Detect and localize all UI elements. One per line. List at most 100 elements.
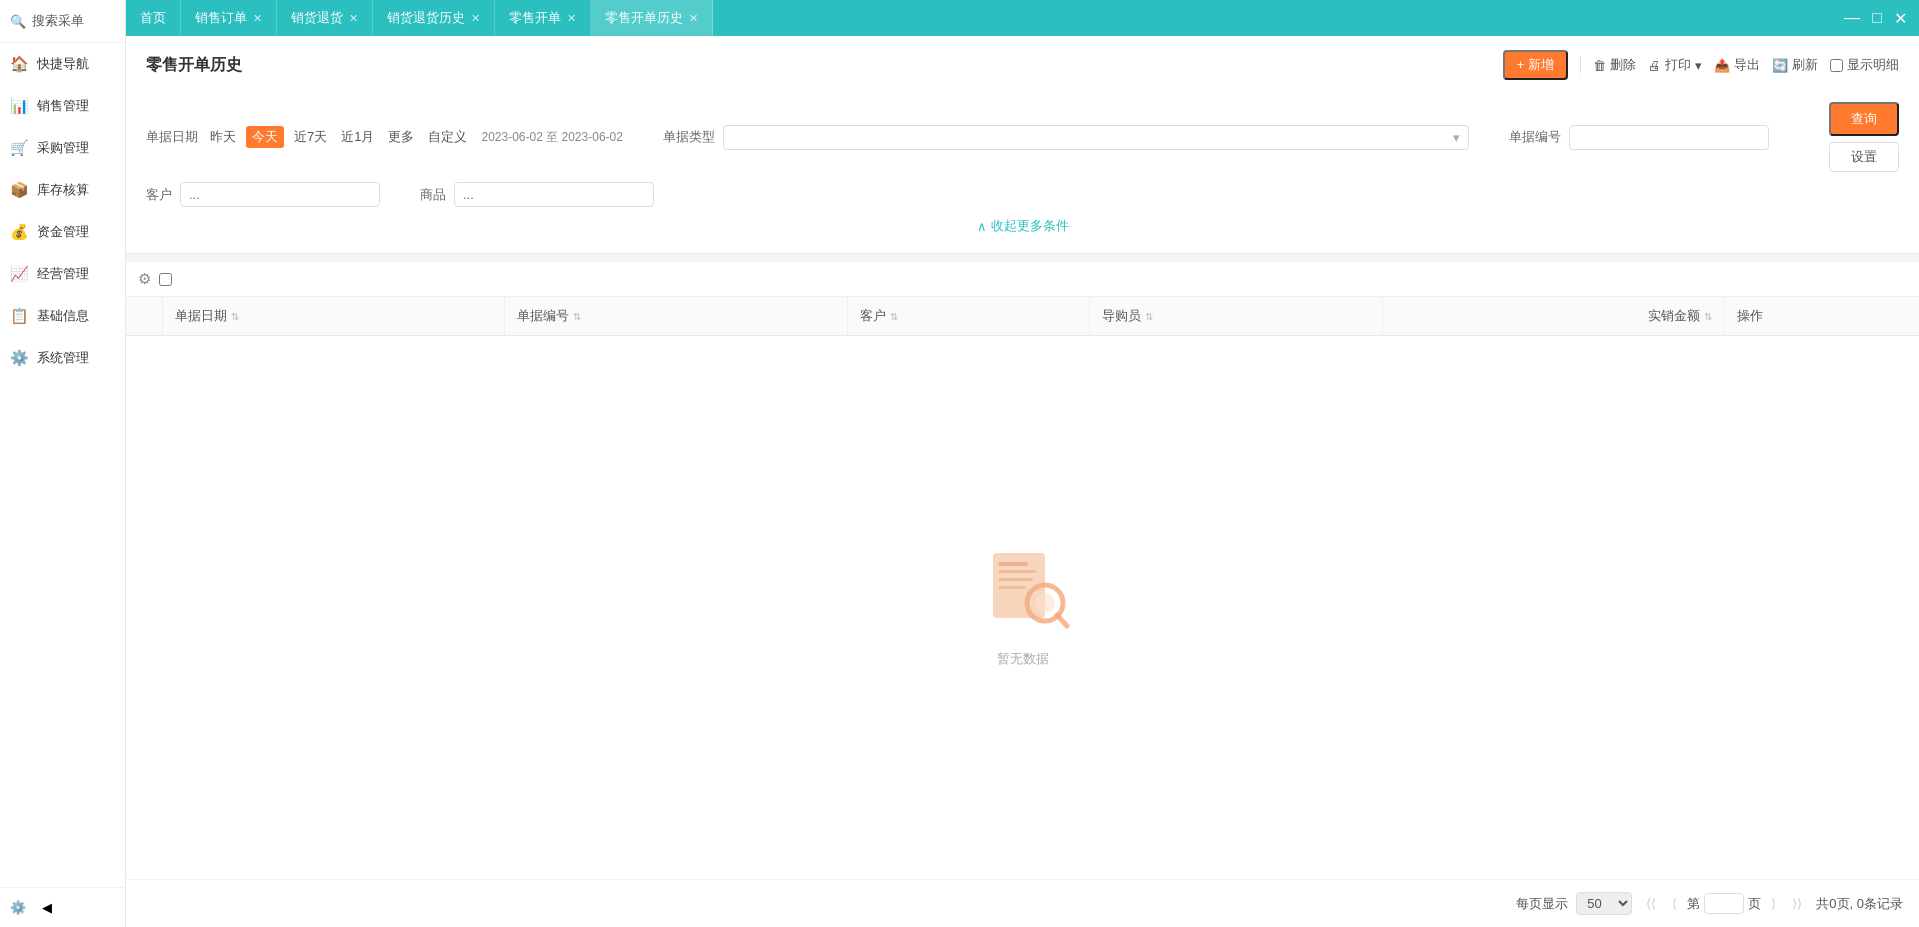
tab-retail-open[interactable]: 零售开单 ✕ bbox=[495, 0, 591, 36]
add-button[interactable]: + 新增 bbox=[1503, 50, 1568, 80]
sidebar-item-quick-nav[interactable]: 🏠快捷导航 bbox=[0, 43, 125, 85]
sidebar-item-finance[interactable]: 💰资金管理 bbox=[0, 211, 125, 253]
empty-illustration bbox=[973, 548, 1073, 638]
tab-label-home: 首页 bbox=[140, 9, 166, 27]
sidebar-item-inventory[interactable]: 📦库存核算 bbox=[0, 169, 125, 211]
table-container: ⚙ 单据日期 ⇅ 单据编 bbox=[126, 262, 1919, 927]
sidebar-menu: 🏠快捷导航📊销售管理🛒采购管理📦库存核算💰资金管理📈经营管理📋基础信息⚙️系统管… bbox=[0, 43, 125, 887]
tab-home[interactable]: 首页 bbox=[126, 0, 181, 36]
col-customer[interactable]: 客户 ⇅ bbox=[847, 297, 1089, 336]
filter-area: 单据日期 昨天 今天 近7天 近1月 更多 自定义 2023-06-02 至 2… bbox=[146, 92, 1899, 243]
sidebar-item-basic-info[interactable]: 📋基础信息 bbox=[0, 295, 125, 337]
sidebar-item-operations[interactable]: 📈经营管理 bbox=[0, 253, 125, 295]
tab-sales-order[interactable]: 销售订单 ✕ bbox=[181, 0, 277, 36]
tab-sales-return-history[interactable]: 销货退货历史 ✕ bbox=[373, 0, 495, 36]
sidebar-item-label: 采购管理 bbox=[37, 139, 89, 157]
query-button[interactable]: 查询 bbox=[1829, 102, 1899, 136]
tab-retail-history[interactable]: 零售开单历史 ✕ bbox=[591, 0, 713, 36]
tab-label-sales-order: 销售订单 bbox=[195, 9, 247, 27]
delete-button[interactable]: 🗑 删除 bbox=[1593, 56, 1636, 74]
export-button[interactable]: 📤 导出 bbox=[1714, 56, 1760, 74]
next-page-btn[interactable]: ⟩ bbox=[1765, 894, 1782, 913]
filter-group-goods: 商品 bbox=[420, 182, 654, 207]
set-button[interactable]: 设置 bbox=[1829, 142, 1899, 172]
svg-line-7 bbox=[1057, 615, 1067, 626]
filter-group-number: 单据编号 bbox=[1509, 125, 1769, 150]
window-close-btn[interactable]: ✕ bbox=[1894, 9, 1907, 28]
finance-icon: 💰 bbox=[10, 223, 29, 241]
current-page-input[interactable]: 1 bbox=[1704, 893, 1744, 914]
date-yesterday-btn[interactable]: 昨天 bbox=[206, 126, 240, 148]
refresh-icon: 🔄 bbox=[1772, 58, 1788, 73]
sidebar-item-system-mgmt[interactable]: ⚙️系统管理 bbox=[0, 337, 125, 379]
system-mgmt-icon: ⚙️ bbox=[10, 349, 29, 367]
topbar: 首页 销售订单 ✕ 销货退货 ✕ 销货退货历史 ✕ 零售开单 ✕ 零售开单历史 ✕ — □ ✕ bbox=[126, 0, 1919, 36]
topbar-tabs: 首页 销售订单 ✕ 销货退货 ✕ 销货退货历史 ✕ 零售开单 ✕ 零售开单历史 ✕ bbox=[126, 0, 1832, 36]
col-date[interactable]: 单据日期 ⇅ bbox=[162, 297, 505, 336]
page-title-bar: 零售开单历史 + 新增 🗑 删除 🖨 打印 ▾ 📤 导出 bbox=[146, 50, 1899, 80]
tab-close-sales-return[interactable]: ✕ bbox=[349, 12, 358, 25]
refresh-button[interactable]: 🔄 刷新 bbox=[1772, 56, 1818, 74]
delete-icon: 🗑 bbox=[1593, 58, 1606, 73]
window-maximize-btn[interactable]: □ bbox=[1872, 9, 1882, 27]
date-custom-btn[interactable]: 自定义 bbox=[424, 126, 471, 148]
inventory-icon: 📦 bbox=[10, 181, 29, 199]
main: 首页 销售订单 ✕ 销货退货 ✕ 销货退货历史 ✕ 零售开单 ✕ 零售开单历史 ✕ — □ ✕ 零售… bbox=[126, 0, 1919, 927]
sidebar-search[interactable]: 🔍 搜索采单 bbox=[0, 0, 125, 43]
date-today-btn[interactable]: 今天 bbox=[246, 126, 284, 148]
number-input[interactable] bbox=[1569, 125, 1769, 150]
col-guide[interactable]: 导购员 ⇅ bbox=[1090, 297, 1383, 336]
select-all-checkbox[interactable] bbox=[159, 273, 172, 286]
col-number[interactable]: 单据编号 ⇅ bbox=[505, 297, 848, 336]
display-detail-checkbox[interactable]: 显示明细 bbox=[1830, 56, 1899, 74]
collapse-filter-btn[interactable]: ∧ 收起更多条件 bbox=[146, 217, 1899, 243]
page-size-label: 每页显示 bbox=[1516, 895, 1568, 913]
customer-input[interactable] bbox=[180, 182, 380, 207]
page-label-after: 页 bbox=[1748, 895, 1761, 913]
type-select[interactable]: ▾ bbox=[723, 125, 1469, 150]
tab-close-retail-history[interactable]: ✕ bbox=[689, 12, 698, 25]
date-1month-btn[interactable]: 近1月 bbox=[337, 126, 378, 148]
collapse-label: 收起更多条件 bbox=[991, 217, 1069, 235]
tab-close-retail-open[interactable]: ✕ bbox=[567, 12, 576, 25]
goods-input[interactable] bbox=[454, 182, 654, 207]
filter-group-customer: 客户 bbox=[146, 182, 380, 207]
filter-group-date: 单据日期 昨天 今天 近7天 近1月 更多 自定义 2023-06-02 至 2… bbox=[146, 126, 623, 148]
filter-row-1: 单据日期 昨天 今天 近7天 近1月 更多 自定义 2023-06-02 至 2… bbox=[146, 102, 1899, 172]
date-range-display: 2023-06-02 至 2023-06-02 bbox=[481, 129, 622, 146]
number-label: 单据编号 bbox=[1509, 128, 1561, 146]
col-amount[interactable]: 实销金额 ⇅ bbox=[1382, 297, 1725, 336]
settings-icon[interactable]: ⚙️ bbox=[10, 900, 26, 915]
tab-label-retail-history: 零售开单历史 bbox=[605, 9, 683, 27]
table-header-row: 单据日期 ⇅ 单据编号 ⇅ 客户 bbox=[126, 297, 1919, 336]
total-info: 共0页, 0条记录 bbox=[1816, 895, 1903, 913]
prev-page-btn[interactable]: ⟨ bbox=[1666, 894, 1683, 913]
svg-rect-3 bbox=[998, 578, 1033, 581]
basic-info-icon: 📋 bbox=[10, 307, 29, 325]
sidebar-item-purchase-mgmt[interactable]: 🛒采购管理 bbox=[0, 127, 125, 169]
display-detail-input[interactable] bbox=[1830, 59, 1843, 72]
tab-label-sales-return-history: 销货退货历史 bbox=[387, 9, 465, 27]
tab-label-sales-return: 销货退货 bbox=[291, 9, 343, 27]
page-header: 零售开单历史 + 新增 🗑 删除 🖨 打印 ▾ 📤 导出 bbox=[126, 36, 1919, 254]
date-7days-btn[interactable]: 近7天 bbox=[290, 126, 331, 148]
sidebar-item-sales-mgmt[interactable]: 📊销售管理 bbox=[0, 85, 125, 127]
table-settings-icon[interactable]: ⚙ bbox=[138, 270, 151, 288]
window-minimize-btn[interactable]: — bbox=[1844, 9, 1860, 27]
date-more-btn[interactable]: 更多 bbox=[384, 126, 418, 148]
last-page-btn[interactable]: ⟩⟩ bbox=[1786, 894, 1808, 913]
tab-sales-return[interactable]: 销货退货 ✕ bbox=[277, 0, 373, 36]
content: 零售开单历史 + 新增 🗑 删除 🖨 打印 ▾ 📤 导出 bbox=[126, 36, 1919, 927]
tab-label-retail-open: 零售开单 bbox=[509, 9, 561, 27]
print-button[interactable]: 🖨 打印 ▾ bbox=[1648, 56, 1702, 74]
page-size-select[interactable]: 102050100 bbox=[1576, 892, 1632, 915]
tab-close-sales-order[interactable]: ✕ bbox=[253, 12, 262, 25]
svg-point-6 bbox=[1035, 593, 1055, 613]
collapse-sidebar-icon[interactable]: ◀ bbox=[42, 900, 52, 915]
topbar-right: — □ ✕ bbox=[1832, 9, 1919, 28]
data-table: 单据日期 ⇅ 单据编号 ⇅ 客户 bbox=[126, 297, 1919, 336]
tab-close-sales-return-history[interactable]: ✕ bbox=[471, 12, 480, 25]
pagination: 每页显示 102050100 ⟨⟨ ⟨ 第 1 页 ⟩ ⟩⟩ 共0页, 0条记录 bbox=[126, 879, 1919, 927]
sales-mgmt-icon: 📊 bbox=[10, 97, 29, 115]
first-page-btn[interactable]: ⟨⟨ bbox=[1640, 894, 1662, 913]
